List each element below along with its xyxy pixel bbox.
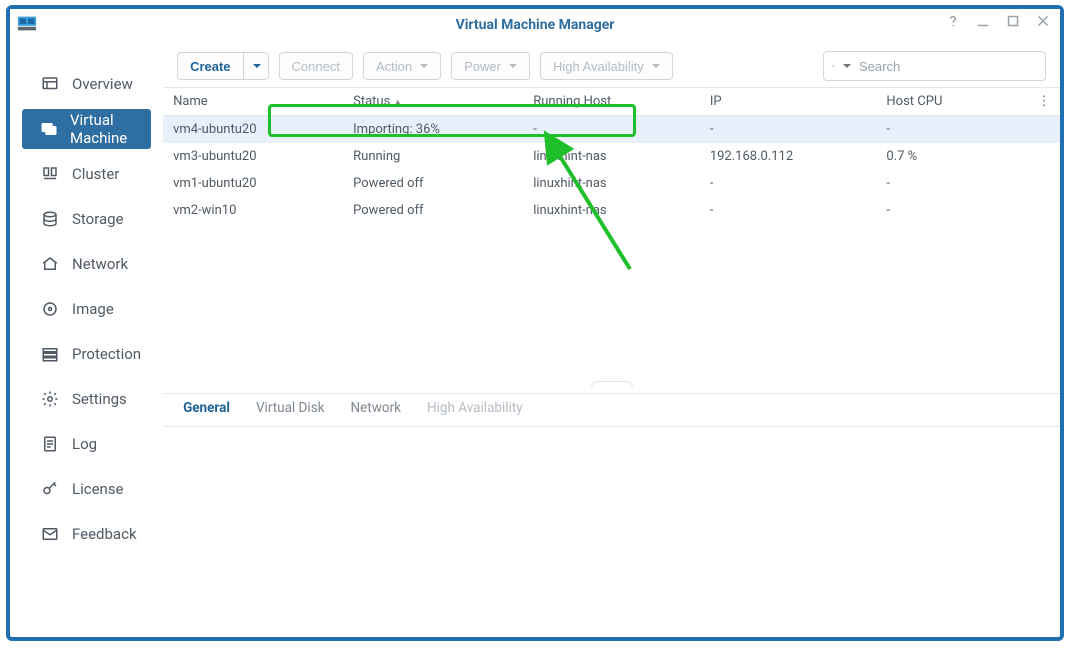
settings-icon — [40, 389, 60, 409]
col-header-ip[interactable]: IP — [700, 88, 877, 116]
cell-name: vm1-ubuntu20 — [163, 170, 343, 197]
storage-icon — [40, 209, 60, 229]
vm-details: General Virtual Disk Network High Availabil… — [163, 375, 1060, 637]
cell-host: linuxhint-nas — [523, 197, 700, 224]
sidebar-item-network[interactable]: Network — [22, 244, 151, 284]
sidebar-item-label: Feedback — [72, 525, 137, 543]
detail-body — [163, 427, 1060, 637]
table-row[interactable]: vm4-ubuntu20Importing: 36%--- — [163, 116, 1060, 144]
detail-tabs: General Virtual Disk Network High Availabil… — [163, 393, 1060, 427]
search-field[interactable] — [823, 51, 1046, 81]
table-row[interactable]: vm1-ubuntu20Powered offlinuxhint-nas-- — [163, 170, 1060, 197]
col-header-name[interactable]: Name — [163, 88, 343, 116]
col-header-cpu[interactable]: Host CPU — [876, 88, 1027, 116]
sidebar-item-log[interactable]: Log — [22, 424, 151, 464]
close-icon[interactable] — [1034, 12, 1052, 30]
tab-general[interactable]: General — [183, 400, 230, 416]
titlebar: Virtual Machine Manager — [10, 9, 1060, 41]
sidebar: Overview Virtual Machine Cluster Storage Net… — [10, 41, 163, 637]
cell-host: - — [523, 116, 700, 144]
cell-_blank — [1027, 170, 1060, 197]
sidebar-item-settings[interactable]: Settings — [22, 379, 151, 419]
cell-_blank — [1027, 143, 1060, 170]
connect-button[interactable]: Connect — [279, 52, 353, 80]
cell-cpu: - — [876, 170, 1027, 197]
action-button[interactable]: Action — [363, 52, 441, 80]
log-icon — [40, 434, 60, 454]
feedback-icon — [40, 524, 60, 544]
cell-status: Importing: 36% — [343, 116, 523, 144]
sidebar-item-virtual-machine[interactable]: Virtual Machine — [22, 109, 151, 149]
power-button[interactable]: Power — [451, 52, 530, 80]
help-icon[interactable] — [944, 12, 962, 30]
maximize-icon[interactable] — [1004, 12, 1022, 30]
cell-ip: - — [700, 170, 877, 197]
sidebar-item-label: Storage — [72, 210, 124, 228]
cell-status: Running — [343, 143, 523, 170]
image-icon — [40, 299, 60, 319]
cell-ip: - — [700, 197, 877, 224]
sidebar-item-label: Network — [72, 255, 128, 273]
tab-ha: High Availability — [427, 400, 523, 416]
overview-icon — [40, 74, 60, 94]
vm-table: Name Status▲ Running Host IP Host CPU ⋮ … — [163, 87, 1060, 224]
protection-icon — [40, 344, 60, 364]
high-availability-button[interactable]: High Availability — [540, 52, 673, 80]
cell-name: vm2-win10 — [163, 197, 343, 224]
cell-_blank — [1027, 197, 1060, 224]
column-options-icon[interactable]: ⋮ — [1027, 88, 1060, 116]
sidebar-item-overview[interactable]: Overview — [22, 64, 151, 104]
sidebar-item-label: Image — [72, 300, 114, 318]
cluster-icon — [40, 164, 60, 184]
cell-name: vm4-ubuntu20 — [163, 116, 343, 144]
cell-_blank — [1027, 116, 1060, 144]
cell-host: linuxhint-nas — [523, 170, 700, 197]
window-title: Virtual Machine Manager — [456, 17, 615, 33]
sidebar-item-protection[interactable]: Protection — [22, 334, 151, 374]
cell-cpu: 0.7 % — [876, 143, 1027, 170]
cell-host: linuxhint-nas — [523, 143, 700, 170]
toolbar: Create Connect Action Power High Availab… — [163, 41, 1060, 87]
create-button[interactable]: Create — [177, 52, 243, 80]
sidebar-item-label: Virtual Machine — [70, 111, 141, 147]
sidebar-item-storage[interactable]: Storage — [22, 199, 151, 239]
window: Virtual Machine Manager Overview Virtual … — [6, 5, 1064, 641]
cell-cpu: - — [876, 197, 1027, 224]
cell-ip: 192.168.0.112 — [700, 143, 877, 170]
create-button-group: Create — [177, 52, 268, 80]
col-header-host[interactable]: Running Host — [523, 88, 700, 116]
minimize-icon[interactable] — [974, 12, 992, 30]
sidebar-item-label: Overview — [72, 75, 133, 93]
col-header-status[interactable]: Status▲ — [343, 88, 523, 116]
sidebar-item-label: Cluster — [72, 165, 119, 183]
license-icon — [40, 479, 60, 499]
cell-ip: - — [700, 116, 877, 144]
tab-network[interactable]: Network — [351, 400, 401, 416]
search-input[interactable] — [857, 51, 1037, 81]
sidebar-item-cluster[interactable]: Cluster — [22, 154, 151, 194]
sidebar-item-label: Log — [72, 435, 97, 453]
sidebar-item-license[interactable]: License — [22, 469, 151, 509]
sidebar-item-label: Settings — [72, 390, 127, 408]
table-row[interactable]: vm2-win10Powered offlinuxhint-nas-- — [163, 197, 1060, 224]
main-panel: Create Connect Action Power High Availab… — [163, 41, 1060, 637]
sidebar-item-image[interactable]: Image — [22, 289, 151, 329]
search-filter-caret-icon[interactable] — [841, 59, 851, 74]
cell-status: Powered off — [343, 170, 523, 197]
cell-cpu: - — [876, 116, 1027, 144]
sort-asc-icon: ▲ — [393, 98, 402, 108]
table-row[interactable]: vm3-ubuntu20Runninglinuxhint-nas192.168.… — [163, 143, 1060, 170]
app-icon — [16, 13, 38, 35]
details-resize-handle[interactable] — [163, 375, 1060, 393]
search-icon — [832, 59, 835, 73]
network-icon — [40, 254, 60, 274]
sidebar-item-label: License — [72, 480, 124, 498]
virtual-machine-icon — [40, 119, 58, 139]
cell-status: Powered off — [343, 197, 523, 224]
create-dropdown-button[interactable] — [244, 52, 269, 80]
sidebar-item-label: Protection — [72, 345, 141, 363]
cell-name: vm3-ubuntu20 — [163, 143, 343, 170]
tab-virtual-disk[interactable]: Virtual Disk — [256, 400, 325, 416]
sidebar-item-feedback[interactable]: Feedback — [22, 514, 151, 554]
